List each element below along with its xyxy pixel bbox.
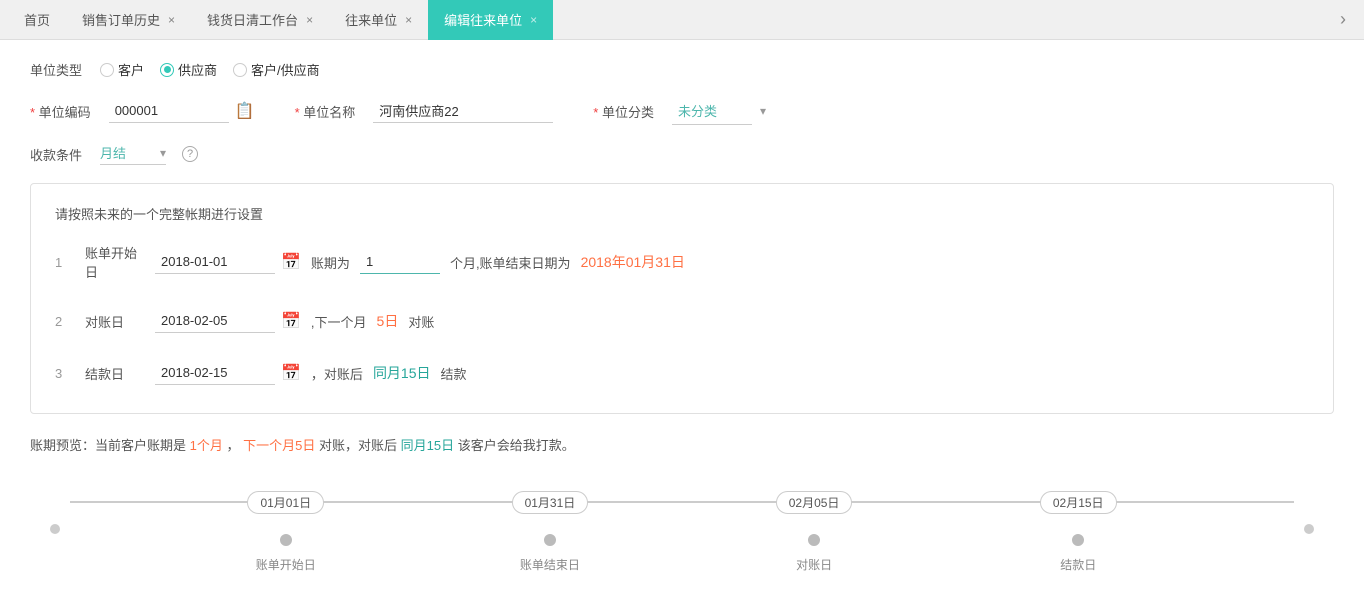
timeline-label-4: 02月15日	[1040, 491, 1117, 514]
billing-row-1: 1 账单开始日 📅 账期为 个月,账单结束日期为 2018年01月31日	[55, 243, 1309, 281]
timeline-label-3: 02月05日	[776, 491, 853, 514]
unit-code-label: 单位编码	[30, 102, 91, 121]
payment-terms-label: 收款条件	[30, 145, 82, 164]
tab-sales-history[interactable]: 销售订单历史 ×	[66, 0, 191, 40]
billing-payment-date-input[interactable]	[155, 361, 275, 385]
tab-partner-units[interactable]: 往来单位 ×	[329, 0, 428, 40]
billing-start-date-input[interactable]	[155, 250, 275, 274]
radio-group-unit-type: 客户 供应商 客户/供应商	[100, 60, 320, 79]
unit-details-row: 单位编码 📋 单位名称 单位分类 未分类 ▾	[30, 97, 1334, 125]
timeline-points: 01月01日 账单开始日 01月31日 账单结束日 02月05日 对账日 02月…	[50, 491, 1314, 573]
billing-period-input[interactable]	[360, 250, 440, 274]
billing-section: 请按照未来的一个完整帐期进行设置 1 账单开始日 📅 账期为 个月,账单结束日期…	[30, 183, 1334, 414]
billing-payment-day-highlight: 同月15日	[373, 363, 431, 383]
billing-end-date-highlight: 2018年01月31日	[581, 252, 685, 272]
billing-start-date-group: 📅	[155, 250, 301, 274]
payment-terms-row: 收款条件 月结 ▾ ?	[30, 143, 1334, 165]
preview-mid2: 对账，对账后	[319, 438, 397, 453]
timeline-start-dot	[50, 505, 60, 534]
billing-start-date-calendar-icon[interactable]: 📅	[281, 252, 301, 272]
billing-payment-label: 结款日	[85, 364, 145, 383]
billing-section-title: 请按照未来的一个完整帐期进行设置	[55, 204, 1309, 223]
preview-suffix: 该客户会给我打款。	[458, 438, 575, 453]
preview-mid1: ，	[227, 438, 240, 453]
preview-payment-highlight: 同月15日	[401, 438, 454, 453]
payment-terms-arrow-icon: ▾	[160, 146, 166, 160]
timeline-node-4	[1072, 534, 1084, 546]
unit-code-input[interactable]	[109, 99, 229, 123]
close-tab-edit-partner[interactable]: ×	[530, 13, 537, 27]
radio-circle-customer-supplier	[233, 63, 247, 77]
billing-payment-date-calendar-icon[interactable]: 📅	[281, 363, 301, 383]
tab-cash-daily[interactable]: 钱货日清工作台 ×	[191, 0, 329, 40]
billing-row-num-3: 3	[55, 366, 75, 381]
preview-period-highlight: 1个月	[190, 438, 223, 453]
timeline-node-3	[808, 534, 820, 546]
billing-payment-post: 结款	[441, 364, 467, 383]
billing-statement-date-calendar-icon[interactable]: 📅	[281, 311, 301, 331]
unit-name-label: 单位名称	[295, 102, 356, 121]
tab-edit-partner[interactable]: 编辑往来单位 ×	[428, 0, 553, 40]
unit-category-arrow-icon: ▾	[760, 104, 766, 118]
billing-period-pre-label: 账期为	[311, 253, 350, 272]
radio-circle-customer	[100, 63, 114, 77]
timeline-desc-3: 对账日	[796, 556, 832, 573]
tab-bar: 首页 销售订单历史 × 钱货日清工作台 × 往来单位 × 编辑往来单位 × ›	[0, 0, 1364, 40]
unit-code-copy-icon[interactable]: 📋	[235, 101, 255, 121]
main-content: 单位类型 客户 供应商 客户/供应商 单位编码 📋 单位名称 单位分类	[0, 40, 1364, 608]
preview-label: 账期预览：当前客户账期是	[30, 438, 186, 453]
radio-customer[interactable]: 客户	[100, 60, 144, 79]
unit-type-label: 单位类型	[30, 60, 82, 79]
timeline-label-1: 01月01日	[247, 491, 324, 514]
billing-period-suffix: 个月,账单结束日期为	[450, 253, 571, 272]
radio-supplier[interactable]: 供应商	[160, 60, 217, 79]
billing-statement-label: 对账日	[85, 312, 145, 331]
billing-row-num-1: 1	[55, 255, 75, 270]
tab-home[interactable]: 首页	[8, 0, 66, 40]
billing-payment-date-group: 📅	[155, 361, 301, 385]
timeline-node-1	[280, 534, 292, 546]
unit-category-value: 未分类	[672, 97, 752, 125]
timeline-node-2	[544, 534, 556, 546]
unit-name-input[interactable]	[373, 99, 553, 123]
timeline-point-3: 02月05日 对账日	[776, 491, 853, 573]
billing-row-2: 2 对账日 📅 ,下一个月 5日 对账	[55, 309, 1309, 333]
payment-terms-dropdown[interactable]: 月结 ▾	[100, 143, 166, 165]
radio-customer-supplier[interactable]: 客户/供应商	[233, 60, 320, 79]
billing-row-num-2: 2	[55, 314, 75, 329]
close-tab-partner-units[interactable]: ×	[405, 13, 412, 27]
radio-circle-supplier	[160, 63, 174, 77]
billing-payment-pre: ，对账后	[311, 364, 363, 383]
timeline-point-2: 01月31日 账单结束日	[512, 491, 589, 573]
billing-row-3: 3 结款日 📅 ，对账后 同月15日 结款	[55, 361, 1309, 385]
timeline-desc-4: 结款日	[1060, 556, 1096, 573]
billing-statement-date-group: 📅	[155, 309, 301, 333]
billing-statement-pre: ,下一个月	[311, 312, 367, 331]
preview-text: 账期预览：当前客户账期是 1个月 ， 下一个月5日 对账，对账后 同月15日 该…	[30, 434, 1334, 457]
billing-statement-day-highlight: 5日	[377, 311, 399, 331]
timeline-right-dot	[1304, 524, 1314, 534]
timeline-left-dot	[50, 524, 60, 534]
close-tab-sales-history[interactable]: ×	[168, 13, 175, 27]
preview-statement-highlight: 下一个月5日	[243, 438, 315, 453]
unit-type-row: 单位类型 客户 供应商 客户/供应商	[30, 60, 1334, 79]
timeline-point-1: 01月01日 账单开始日	[247, 491, 324, 573]
timeline-point-4: 02月15日 结款日	[1040, 491, 1117, 573]
timeline-desc-2: 账单结束日	[520, 556, 580, 573]
timeline-desc-1: 账单开始日	[256, 556, 316, 573]
timeline-end-dot-container	[1304, 505, 1314, 534]
billing-statement-date-input[interactable]	[155, 309, 275, 333]
tab-more-button[interactable]: ›	[1330, 9, 1356, 30]
close-tab-cash-daily[interactable]: ×	[306, 13, 313, 27]
unit-category-dropdown[interactable]: 未分类 ▾	[672, 97, 766, 125]
timeline-label-2: 01月31日	[512, 491, 589, 514]
unit-category-label: 单位分类	[593, 102, 654, 121]
payment-terms-help-icon[interactable]: ?	[182, 146, 198, 162]
payment-terms-value: 月结	[100, 143, 126, 162]
billing-statement-post: 对账	[408, 312, 434, 331]
unit-code-group: 📋	[109, 99, 255, 123]
billing-start-label: 账单开始日	[85, 243, 145, 281]
timeline: 01月01日 账单开始日 01月31日 账单结束日 02月05日 对账日 02月…	[30, 481, 1334, 583]
